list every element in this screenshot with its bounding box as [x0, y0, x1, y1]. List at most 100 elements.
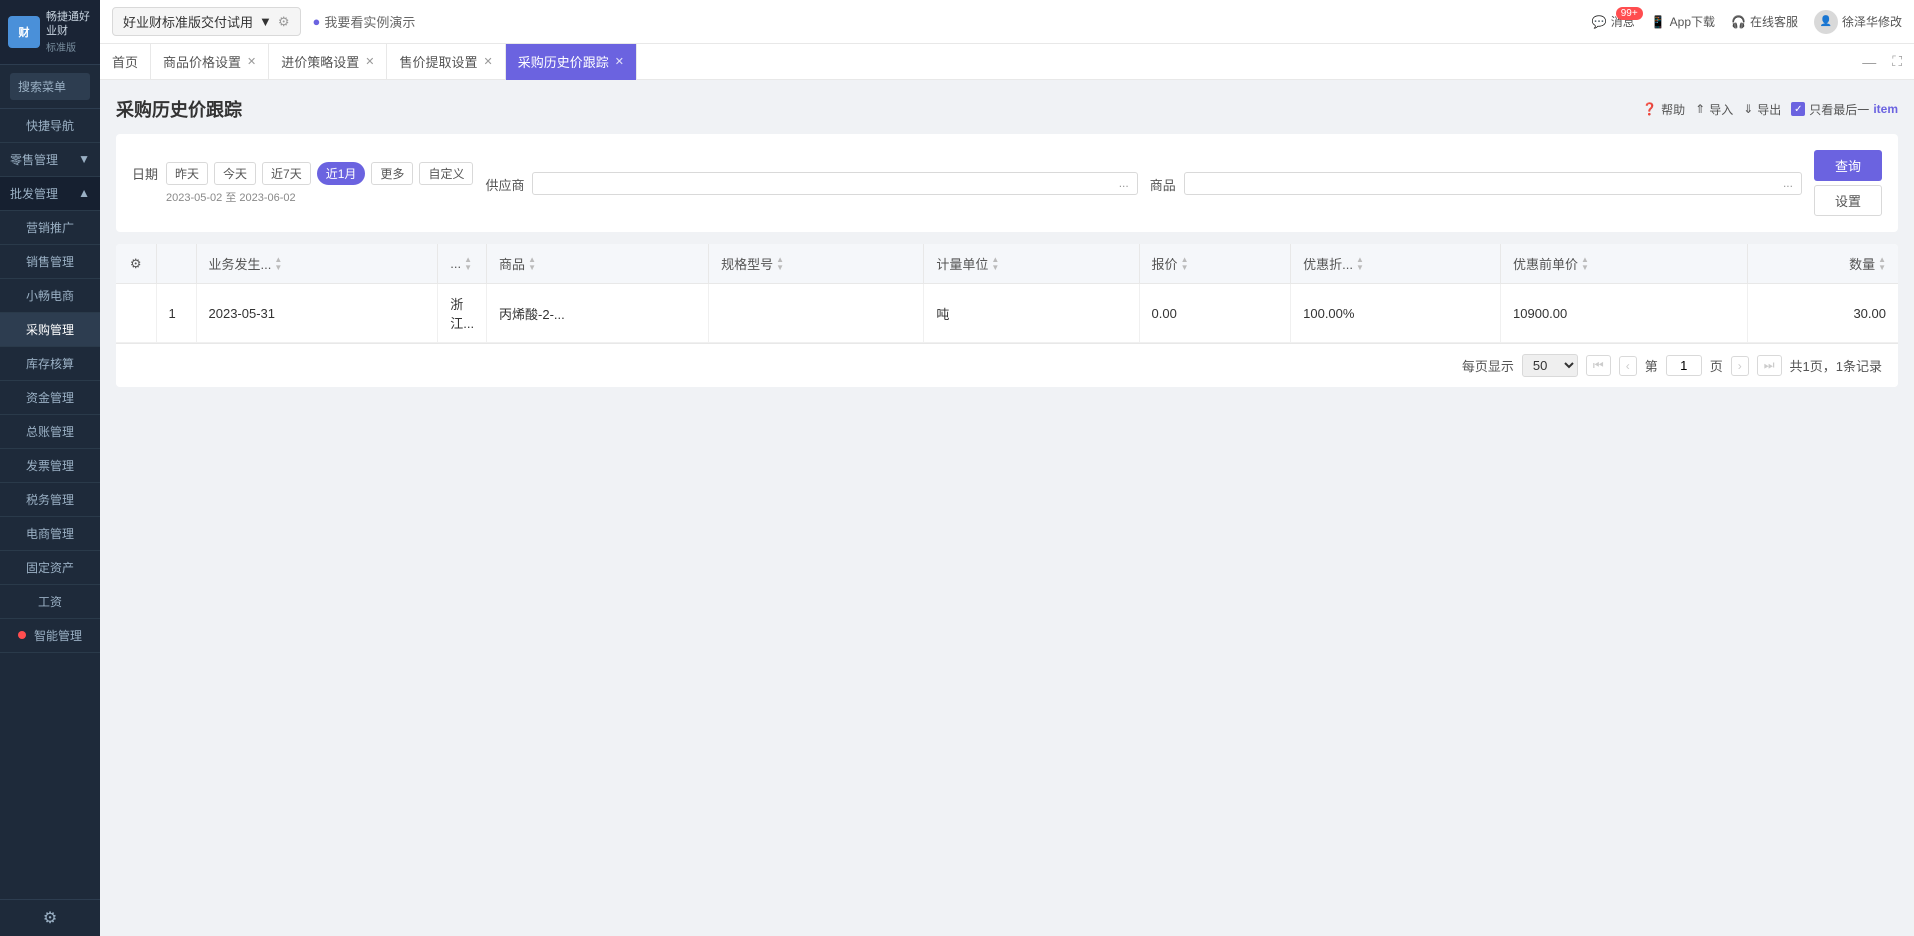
online-service-btn[interactable]: 🎧 在线客服 — [1731, 13, 1798, 30]
col-seq — [156, 244, 196, 284]
col-gear[interactable]: ⚙ — [116, 244, 156, 284]
sidebar-item-inventory[interactable]: 库存核算 — [0, 347, 100, 381]
cell-product: 丙烯酸-2-... — [487, 284, 709, 343]
app-download-btn[interactable]: 📱 App下载 — [1651, 13, 1715, 30]
product-dots-btn[interactable]: ... — [1783, 176, 1793, 190]
phone-icon: 📱 — [1651, 15, 1666, 29]
col-pre-discount[interactable]: 优惠前单价 ▲▼ — [1501, 244, 1748, 284]
product-input[interactable] — [1193, 176, 1779, 191]
message-btn[interactable]: 💬 消息 99+ — [1592, 13, 1635, 30]
tab-purchase-strategy[interactable]: 进价策略设置 ✕ — [269, 44, 387, 80]
tab-sale-price-close[interactable]: ✕ — [484, 55, 493, 68]
supplier-dots-btn[interactable]: ... — [1119, 176, 1129, 190]
col-discount[interactable]: 优惠折... ▲▼ — [1291, 244, 1501, 284]
date-btn-more[interactable]: 更多 — [371, 162, 413, 185]
user-menu[interactable]: 👤 徐泽华修改 — [1814, 10, 1902, 34]
first-page-btn[interactable]: ⏮ — [1586, 355, 1611, 376]
sort-arrows-more: ▲▼ — [464, 256, 472, 272]
message-icon: 💬 — [1592, 15, 1607, 29]
sidebar-search-area: 搜索菜单 — [0, 65, 100, 109]
date-btn-1month[interactable]: 近1月 — [317, 162, 366, 185]
headset-icon: 🎧 — [1731, 15, 1746, 29]
help-btn[interactable]: ❓ 帮助 — [1642, 101, 1685, 118]
col-spec[interactable]: 规格型号 ▲▼ — [709, 244, 924, 284]
page-label: 第 — [1645, 356, 1658, 375]
product-selector[interactable]: 好业财标准版交付试用 ▼ ⚙ — [112, 7, 301, 36]
tab-price-settings[interactable]: 商品价格设置 ✕ — [151, 44, 269, 80]
date-btn-today[interactable]: 今天 — [214, 162, 256, 185]
sidebar-item-fixed-assets[interactable]: 固定资产 — [0, 551, 100, 585]
main-area: 好业财标准版交付试用 ▼ ⚙ ● 我要看实例演示 💬 消息 99+ 📱 App下… — [100, 0, 1914, 936]
date-filter-dates: 昨天 今天 近7天 近1月 更多 自定义 2023-05-02 至 2023-0… — [166, 162, 473, 205]
col-quote[interactable]: 报价 ▲▼ — [1139, 244, 1291, 284]
only-last-checkbox-label[interactable]: 只看最后一 item — [1791, 101, 1898, 118]
import-btn[interactable]: ⇑ 导入 — [1695, 101, 1733, 118]
export-btn[interactable]: ⇓ 导出 — [1743, 101, 1781, 118]
per-page-select[interactable]: 50 20 100 — [1522, 354, 1578, 377]
demo-link[interactable]: ● 我要看实例演示 — [313, 12, 416, 31]
next-page-btn[interactable]: › — [1731, 356, 1749, 376]
smart-dot — [18, 631, 26, 639]
query-button[interactable]: 查询 — [1814, 150, 1882, 181]
date-shortcuts: 昨天 今天 近7天 近1月 更多 自定义 — [166, 162, 473, 185]
last-page-btn[interactable]: ⏭ — [1757, 355, 1782, 376]
export-icon: ⇓ — [1743, 102, 1753, 116]
sort-arrows-quote: ▲▼ — [1181, 256, 1189, 272]
settings-icon[interactable]: ⚙ — [278, 14, 290, 30]
sidebar-item-marketing[interactable]: 营销推广 — [0, 211, 100, 245]
tab-purchase-history-label: 采购历史价跟踪 — [518, 52, 609, 71]
tab-maximize-btn[interactable]: ⛶ — [1888, 51, 1906, 72]
tab-sale-price[interactable]: 售价提取设置 ✕ — [387, 44, 505, 80]
tab-purchase-history-close[interactable]: ✕ — [615, 55, 624, 68]
tab-purchase-strategy-close[interactable]: ✕ — [365, 55, 374, 68]
sidebar-item-ledger[interactable]: 总账管理 — [0, 415, 100, 449]
sidebar-item-finance[interactable]: 资金管理 — [0, 381, 100, 415]
date-btn-7days[interactable]: 近7天 — [262, 162, 311, 185]
page-title: 采购历史价跟踪 — [116, 96, 242, 122]
page-number-input[interactable]: 1 — [1666, 355, 1702, 376]
sidebar-item-smart[interactable]: 智能管理 — [0, 619, 100, 653]
col-more[interactable]: ... ▲▼ — [438, 244, 487, 284]
cell-pre-discount: 10900.00 — [1501, 284, 1748, 343]
avatar: 👤 — [1814, 10, 1838, 34]
tab-home[interactable]: 首页 — [100, 44, 151, 80]
sidebar-item-sales[interactable]: 销售管理 — [0, 245, 100, 279]
col-date[interactable]: 业务发生... ▲▼ — [196, 244, 438, 284]
topbar: 好业财标准版交付试用 ▼ ⚙ ● 我要看实例演示 💬 消息 99+ 📱 App下… — [100, 0, 1914, 44]
only-last-label: 只看最后一 — [1809, 101, 1869, 118]
sidebar-item-retail[interactable]: 零售管理 ▼ — [0, 143, 100, 177]
supplier-input[interactable] — [541, 176, 1114, 191]
page-actions: ❓ 帮助 ⇑ 导入 ⇓ 导出 只看最后一 item — [1642, 101, 1898, 118]
cell-seq: 1 — [156, 284, 196, 343]
tab-home-label: 首页 — [112, 52, 138, 71]
search-menu-button[interactable]: 搜索菜单 — [10, 73, 90, 100]
sidebar-item-invoice[interactable]: 发票管理 — [0, 449, 100, 483]
cell-quantity: 30.00 — [1748, 284, 1898, 343]
tab-minimize-btn[interactable]: — — [1858, 52, 1880, 72]
sidebar-item-ecommerce[interactable]: 电商管理 — [0, 517, 100, 551]
col-unit[interactable]: 计量单位 ▲▼ — [924, 244, 1139, 284]
sidebar-item-purchase[interactable]: 采购管理 — [0, 313, 100, 347]
tab-purchase-history[interactable]: 采购历史价跟踪 ✕ — [506, 44, 637, 80]
only-last-checkbox[interactable] — [1791, 102, 1805, 116]
sidebar-item-wholesale[interactable]: 批发管理 ▲ — [0, 177, 100, 211]
prev-page-btn[interactable]: ‹ — [1619, 356, 1637, 376]
table-row: 1 2023-05-31 浙江... 丙烯酸-2-... 吨 0.00 100.… — [116, 284, 1898, 343]
sidebar-item-tax[interactable]: 税务管理 — [0, 483, 100, 517]
sort-arrows-unit: ▲▼ — [991, 256, 999, 272]
supplier-filter-label: 供应商 — [485, 173, 524, 194]
date-btn-yesterday[interactable]: 昨天 — [166, 162, 208, 185]
tabs-bar: 首页 商品价格设置 ✕ 进价策略设置 ✕ 售价提取设置 ✕ 采购历史价跟踪 ✕ … — [100, 44, 1914, 80]
help-icon: ❓ — [1642, 102, 1657, 116]
col-quantity[interactable]: 数量 ▲▼ — [1748, 244, 1898, 284]
filter-settings-button[interactable]: 设置 — [1814, 185, 1882, 216]
sidebar-item-ecommerce-small[interactable]: 小畅电商 — [0, 279, 100, 313]
sidebar-item-quick-nav[interactable]: 快捷导航 — [0, 109, 100, 143]
sidebar-settings-icon[interactable]: ⚙ — [43, 908, 57, 928]
sidebar-item-salary[interactable]: 工资 — [0, 585, 100, 619]
tab-price-settings-close[interactable]: ✕ — [247, 55, 256, 68]
col-product[interactable]: 商品 ▲▼ — [487, 244, 709, 284]
col-quote-label: 报价 — [1152, 254, 1178, 273]
date-btn-custom[interactable]: 自定义 — [419, 162, 473, 185]
pagination: 每页显示 50 20 100 ⏮ ‹ 第 1 页 › ⏭ 共1页，1条记录 — [116, 343, 1898, 387]
